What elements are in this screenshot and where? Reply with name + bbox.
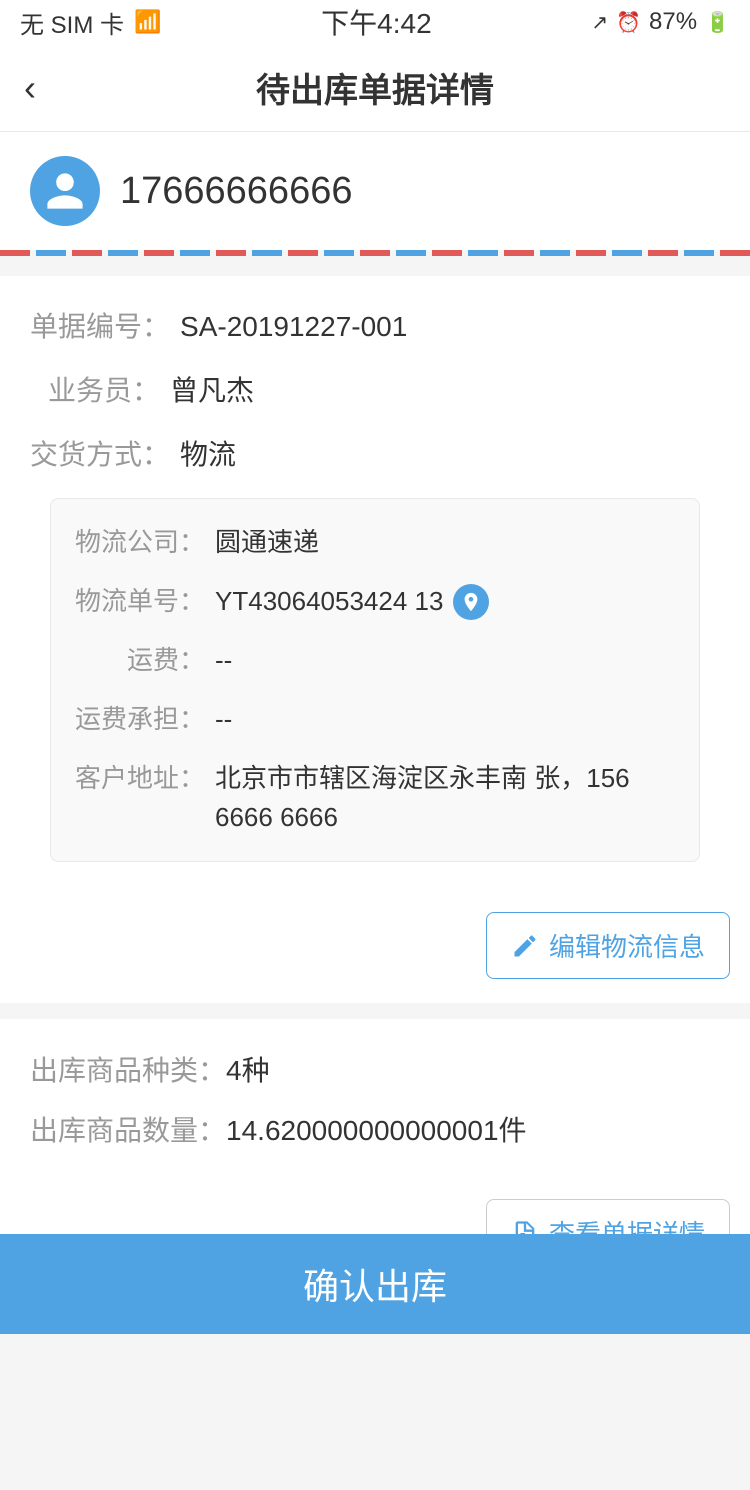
goods-section: 出库商品种类： 4种 出库商品数量： 14.620000000000001件: [0, 1019, 750, 1179]
freight-label: 运费：: [75, 641, 215, 680]
document-number-label: 单据编号：: [30, 306, 180, 348]
freight-value: --: [215, 641, 675, 680]
user-icon: [43, 169, 87, 213]
edit-logistics-container: 编辑物流信息: [0, 892, 750, 1003]
goods-quantity-row: 出库商品数量： 14.620000000000001件: [30, 1109, 720, 1149]
track-location-button[interactable]: [453, 584, 489, 620]
logistics-tracking-label: 物流单号：: [75, 582, 215, 621]
section-divider: [0, 1003, 750, 1019]
status-bar: 无 SIM 卡 📶 下午4:42 ↗ ⏰ 87% 🔋: [0, 0, 750, 44]
logistics-company-row: 物流公司： 圆通速递: [75, 523, 675, 562]
delivery-value: 物流: [180, 434, 720, 476]
goods-quantity-value: 14.620000000000001件: [226, 1109, 527, 1149]
location-status-icon: ↗: [591, 10, 608, 35]
customer-header: 17666666666: [0, 132, 750, 250]
freight-bearer-value: --: [215, 700, 675, 739]
document-info-section: 单据编号： SA-20191227-001 业务员： 曾凡杰 交货方式： 物流 …: [0, 276, 750, 892]
status-time: 下午4:42: [321, 2, 432, 42]
freight-bearer-row: 运费承担： --: [75, 700, 675, 739]
nav-bar: ‹ 待出库单据详情: [0, 44, 750, 132]
dashed-divider: [0, 250, 750, 256]
document-number-value: SA-20191227-001: [180, 306, 720, 348]
confirm-bar[interactable]: 确认出库: [0, 1234, 750, 1334]
staff-value: 曾凡杰: [170, 370, 720, 412]
logistics-company-value: 圆通速递: [215, 523, 675, 562]
status-left: 无 SIM 卡 📶: [20, 5, 161, 40]
document-number-row: 单据编号： SA-20191227-001: [30, 306, 720, 348]
goods-types-row: 出库商品种类： 4种: [30, 1049, 720, 1089]
logistics-company-label: 物流公司：: [75, 523, 215, 562]
confirm-button-label: 确认出库: [303, 1258, 447, 1310]
logistics-card: 物流公司： 圆通速递 物流单号： YT43064053424 13 运费： --…: [50, 498, 700, 862]
address-row: 客户地址： 北京市市辖区海淀区永丰南 张，156 6666 6666: [75, 759, 675, 837]
carrier-text: 无 SIM 卡: [20, 5, 124, 40]
edit-logistics-label: 编辑物流信息: [549, 927, 705, 964]
battery-icon: 🔋: [705, 10, 730, 35]
location-pin-icon: [460, 591, 482, 613]
address-value: 北京市市辖区海淀区永丰南 张，156 6666 6666: [215, 759, 675, 837]
freight-row: 运费： --: [75, 641, 675, 680]
delivery-row: 交货方式： 物流: [30, 434, 720, 476]
back-button[interactable]: ‹: [24, 67, 36, 109]
page-title: 待出库单据详情: [256, 63, 494, 112]
battery-text: 87%: [649, 8, 697, 36]
wifi-icon: 📶: [134, 9, 161, 35]
customer-phone: 17666666666: [120, 170, 352, 213]
edit-icon: [511, 932, 539, 960]
goods-types-label: 出库商品种类：: [30, 1049, 226, 1089]
freight-bearer-label: 运费承担：: [75, 700, 215, 739]
alarm-icon: ⏰: [616, 10, 641, 35]
status-right: ↗ ⏰ 87% 🔋: [591, 8, 730, 36]
address-label: 客户地址：: [75, 759, 215, 798]
staff-row: 业务员： 曾凡杰: [30, 370, 720, 412]
goods-quantity-label: 出库商品数量：: [30, 1109, 226, 1149]
logistics-tracking-row: 物流单号： YT43064053424 13: [75, 582, 675, 621]
goods-types-value: 4种: [226, 1049, 270, 1089]
edit-logistics-button[interactable]: 编辑物流信息: [486, 912, 730, 979]
staff-label: 业务员：: [30, 370, 170, 412]
logistics-tracking-value: YT43064053424 13: [215, 582, 675, 621]
avatar: [30, 156, 100, 226]
delivery-label: 交货方式：: [30, 434, 180, 476]
